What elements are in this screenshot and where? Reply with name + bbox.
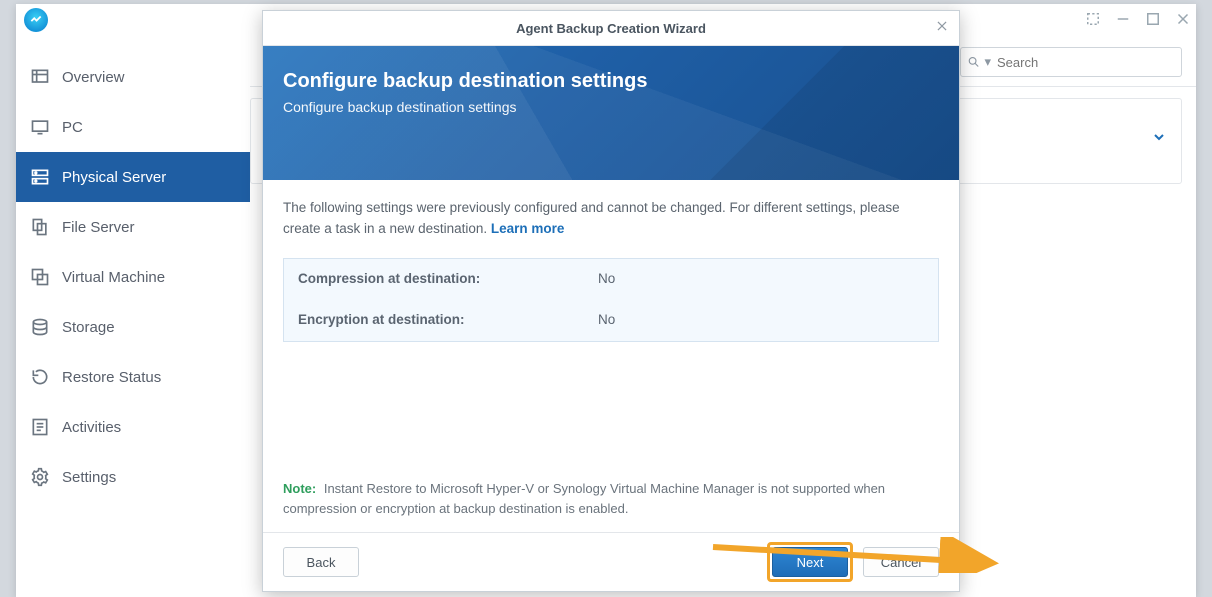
note-label: Note: (283, 481, 316, 496)
pin-icon[interactable] (1084, 10, 1102, 28)
physical-server-icon (30, 167, 50, 187)
wizard-modal: Agent Backup Creation Wizard Configure b… (262, 10, 960, 592)
sidebar-item-restore-status[interactable]: Restore Status (16, 352, 250, 402)
back-button[interactable]: Back (283, 547, 359, 577)
modal-title: Agent Backup Creation Wizard (516, 21, 706, 36)
sidebar-item-overview[interactable]: Overview (16, 52, 250, 102)
sidebar-item-activities[interactable]: Activities (16, 402, 250, 452)
sidebar-item-label: Physical Server (62, 169, 166, 186)
modal-footer: Back Next Cancel (263, 532, 959, 591)
restore-icon (30, 367, 50, 387)
modal-note: Note: Instant Restore to Microsoft Hyper… (283, 479, 939, 519)
modal-body-text: The following settings were previously c… (283, 200, 900, 236)
sidebar-item-label: Settings (62, 469, 116, 486)
activities-icon (30, 417, 50, 437)
cancel-button[interactable]: Cancel (863, 547, 939, 577)
modal-body: The following settings were previously c… (263, 180, 959, 342)
gear-icon (30, 467, 50, 487)
sidebar-item-label: PC (62, 119, 83, 136)
modal-hero: Configure backup destination settings Co… (263, 46, 959, 180)
search-icon (967, 55, 980, 69)
file-server-icon (30, 217, 50, 237)
setting-value: No (598, 310, 615, 331)
sidebar-item-label: Storage (62, 319, 115, 336)
modal-subheading: Configure backup destination settings (283, 99, 939, 115)
overview-icon (30, 67, 50, 87)
note-text: Instant Restore to Microsoft Hyper-V or … (283, 481, 885, 516)
sidebar-item-label: File Server (62, 219, 135, 236)
sidebar-item-settings[interactable]: Settings (16, 452, 250, 502)
setting-value: No (598, 269, 615, 290)
close-icon[interactable] (935, 19, 949, 38)
virtual-machine-icon (30, 267, 50, 287)
sidebar-item-label: Virtual Machine (62, 269, 165, 286)
sidebar-item-label: Restore Status (62, 369, 161, 386)
modal-heading: Configure backup destination settings (283, 70, 939, 93)
close-window-icon[interactable] (1174, 10, 1192, 28)
sidebar-item-label: Overview (62, 69, 125, 86)
setting-label: Encryption at destination: (298, 310, 598, 331)
sidebar-item-virtual-machine[interactable]: Virtual Machine (16, 252, 250, 302)
maximize-icon[interactable] (1144, 10, 1162, 28)
table-row: Encryption at destination: No (284, 300, 938, 341)
search-dropdown-icon[interactable]: ▾ (984, 54, 991, 70)
app-logo-icon (24, 8, 48, 32)
learn-more-link[interactable]: Learn more (491, 221, 565, 236)
settings-table: Compression at destination: No Encryptio… (283, 258, 939, 342)
setting-label: Compression at destination: (298, 269, 598, 290)
sidebar-item-storage[interactable]: Storage (16, 302, 250, 352)
pc-icon (30, 117, 50, 137)
sidebar-item-label: Activities (62, 419, 121, 436)
sidebar-item-file-server[interactable]: File Server (16, 202, 250, 252)
sidebar: Overview PC Physical Server File Server … (16, 38, 250, 597)
minimize-icon[interactable] (1114, 10, 1132, 28)
search-input[interactable] (995, 54, 1175, 71)
chevron-down-icon[interactable] (1151, 129, 1167, 148)
sidebar-item-physical-server[interactable]: Physical Server (16, 152, 250, 202)
highlight-annotation: Next (767, 542, 853, 582)
next-button[interactable]: Next (772, 547, 848, 577)
table-row: Compression at destination: No (284, 259, 938, 300)
sidebar-item-pc[interactable]: PC (16, 102, 250, 152)
search-box[interactable]: ▾ (960, 47, 1182, 77)
storage-icon (30, 317, 50, 337)
modal-titlebar: Agent Backup Creation Wizard (263, 11, 959, 46)
